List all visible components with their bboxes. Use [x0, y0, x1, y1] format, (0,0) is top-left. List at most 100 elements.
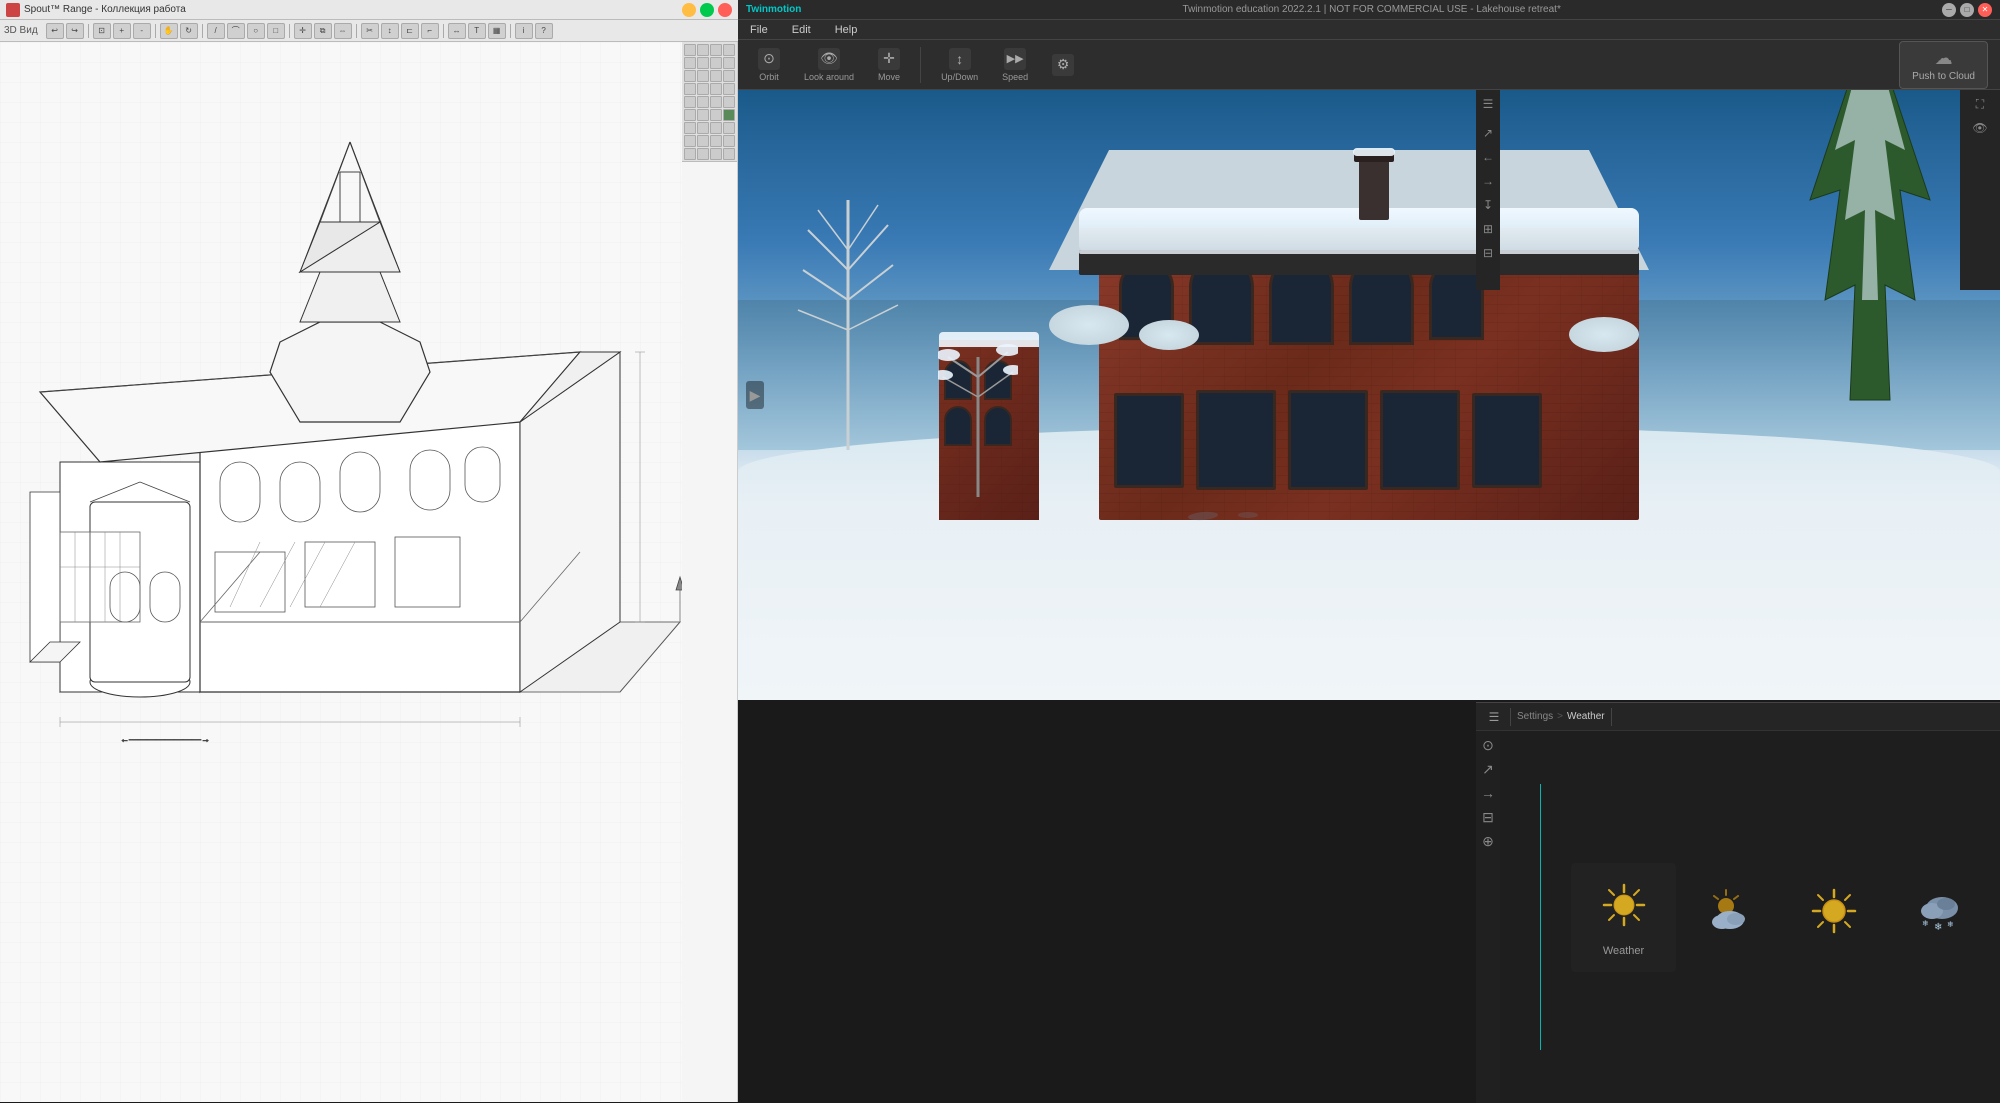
- tool-26[interactable]: [697, 122, 709, 134]
- tool-9[interactable]: [684, 70, 696, 82]
- tool-18[interactable]: [697, 96, 709, 108]
- arc-btn[interactable]: ⌒: [227, 23, 245, 39]
- tool-20[interactable]: [723, 96, 735, 108]
- cad-canvas[interactable]: ←————————→: [0, 42, 682, 1102]
- tool-3[interactable]: [710, 44, 722, 56]
- tool-12[interactable]: [723, 70, 735, 82]
- bottom-left-icons: ⊙ ↗ → ⊟ ⊕: [1476, 731, 1500, 1103]
- circle-btn[interactable]: ○: [247, 23, 265, 39]
- settings-rt-btn[interactable]: ⚙: [1044, 50, 1082, 80]
- close-btn-right[interactable]: ✕: [1978, 3, 1992, 17]
- bt-hamburger[interactable]: ☰: [1484, 707, 1504, 727]
- tool-7[interactable]: [710, 57, 722, 69]
- bl-icon-5[interactable]: ⊕: [1478, 831, 1498, 851]
- tool-14[interactable]: [697, 83, 709, 95]
- nav-icon-3[interactable]: ←: [1478, 147, 1498, 167]
- tool-34[interactable]: [697, 148, 709, 160]
- line-btn[interactable]: /: [207, 23, 225, 39]
- tool-15[interactable]: [710, 83, 722, 95]
- tool-29[interactable]: [684, 135, 696, 147]
- tool-27[interactable]: [710, 122, 722, 134]
- tool-1[interactable]: [684, 44, 696, 56]
- bl-icon-2[interactable]: ↗: [1478, 759, 1498, 779]
- text-btn[interactable]: T: [468, 23, 486, 39]
- tool-30[interactable]: [697, 135, 709, 147]
- tool-8[interactable]: [723, 57, 735, 69]
- properties-btn[interactable]: i: [515, 23, 533, 39]
- weather-item-cloudy[interactable]: [1676, 869, 1781, 966]
- zoom-in-btn[interactable]: +: [113, 23, 131, 39]
- vp-ctrl-eye[interactable]: 👁: [1970, 118, 1990, 138]
- tool-5[interactable]: [684, 57, 696, 69]
- move-btn-rt[interactable]: ✛ Move: [870, 44, 908, 86]
- min-btn[interactable]: ─: [1942, 3, 1956, 17]
- dimension-btn[interactable]: ↔: [448, 23, 466, 39]
- push-to-cloud-btn[interactable]: ☁ Push to Cloud: [1899, 41, 1988, 89]
- offset-btn[interactable]: ⊏: [401, 23, 419, 39]
- fillet-btn[interactable]: ⌐: [421, 23, 439, 39]
- nav-hamburger[interactable]: ☰: [1478, 94, 1498, 114]
- weather-label: Weather: [1603, 945, 1644, 957]
- tool-4[interactable]: [723, 44, 735, 56]
- tool-33[interactable]: [684, 148, 696, 160]
- hatch-btn[interactable]: ▦: [488, 23, 506, 39]
- close-btn[interactable]: [718, 3, 732, 17]
- tool-13[interactable]: [684, 83, 696, 95]
- zoom-extents-btn[interactable]: ⊡: [93, 23, 111, 39]
- speed-btn[interactable]: ▶▶ Speed: [994, 44, 1036, 86]
- tool-32[interactable]: [723, 135, 735, 147]
- extend-btn[interactable]: ↕: [381, 23, 399, 39]
- tool-22[interactable]: [697, 109, 709, 121]
- nav-icon-7[interactable]: ⊟: [1478, 243, 1498, 263]
- nav-icon-2[interactable]: ↗: [1478, 123, 1498, 143]
- weather-item-snow[interactable]: ❄ ❄ ❄: [1886, 869, 1991, 966]
- look-around-btn[interactable]: 👁 Look around: [796, 44, 862, 86]
- edit-menu[interactable]: Edit: [788, 22, 815, 38]
- tool-17[interactable]: [684, 96, 696, 108]
- rotate-view-btn[interactable]: ↻: [180, 23, 198, 39]
- trim-btn[interactable]: ✂: [361, 23, 379, 39]
- restore-btn[interactable]: □: [1960, 3, 1974, 17]
- nav-icon-5[interactable]: ↧: [1478, 195, 1498, 215]
- tool-16[interactable]: [723, 83, 735, 95]
- bl-icon-4[interactable]: ⊟: [1478, 807, 1498, 827]
- orbit-btn[interactable]: ⊙ Orbit: [750, 44, 788, 86]
- rect-btn[interactable]: □: [267, 23, 285, 39]
- breadcrumb-settings[interactable]: Settings: [1517, 711, 1553, 722]
- help-btn[interactable]: ?: [535, 23, 553, 39]
- tool-21[interactable]: [684, 109, 696, 121]
- zoom-out-btn[interactable]: -: [133, 23, 151, 39]
- tool-31[interactable]: [710, 135, 722, 147]
- help-menu[interactable]: Help: [831, 22, 862, 38]
- move-btn[interactable]: ✛: [294, 23, 312, 39]
- copy-btn[interactable]: ⧉: [314, 23, 332, 39]
- bl-icon-1[interactable]: ⊙: [1478, 735, 1498, 755]
- tool-2[interactable]: [697, 44, 709, 56]
- viewport-3d[interactable]: ▶: [738, 90, 2000, 700]
- file-menu[interactable]: File: [746, 22, 772, 38]
- tool-36[interactable]: [723, 148, 735, 160]
- viewport-nav-arrow[interactable]: ▶: [746, 381, 764, 409]
- tool-25[interactable]: [684, 122, 696, 134]
- tool-24[interactable]: [723, 109, 735, 121]
- tool-11[interactable]: [710, 70, 722, 82]
- tool-23[interactable]: [710, 109, 722, 121]
- updown-btn[interactable]: ↕ Up/Down: [933, 44, 986, 86]
- bl-icon-3[interactable]: →: [1478, 783, 1498, 803]
- redo-btn[interactable]: ↪: [66, 23, 84, 39]
- tool-28[interactable]: [723, 122, 735, 134]
- vp-ctrl-maximize[interactable]: ⛶: [1970, 94, 1990, 114]
- pan-btn[interactable]: ✋: [160, 23, 178, 39]
- undo-btn[interactable]: ↩: [46, 23, 64, 39]
- maximize-btn[interactable]: [700, 3, 714, 17]
- nav-icon-4[interactable]: →: [1478, 171, 1498, 191]
- tool-6[interactable]: [697, 57, 709, 69]
- nav-icon-6[interactable]: ⊞: [1478, 219, 1498, 239]
- tool-35[interactable]: [710, 148, 722, 160]
- tool-10[interactable]: [697, 70, 709, 82]
- weather-item-clear[interactable]: [1781, 869, 1886, 966]
- minimize-btn[interactable]: [682, 3, 696, 17]
- mirror-btn[interactable]: ⇔: [334, 23, 352, 39]
- weather-item-sunny[interactable]: Weather: [1571, 863, 1676, 972]
- tool-19[interactable]: [710, 96, 722, 108]
